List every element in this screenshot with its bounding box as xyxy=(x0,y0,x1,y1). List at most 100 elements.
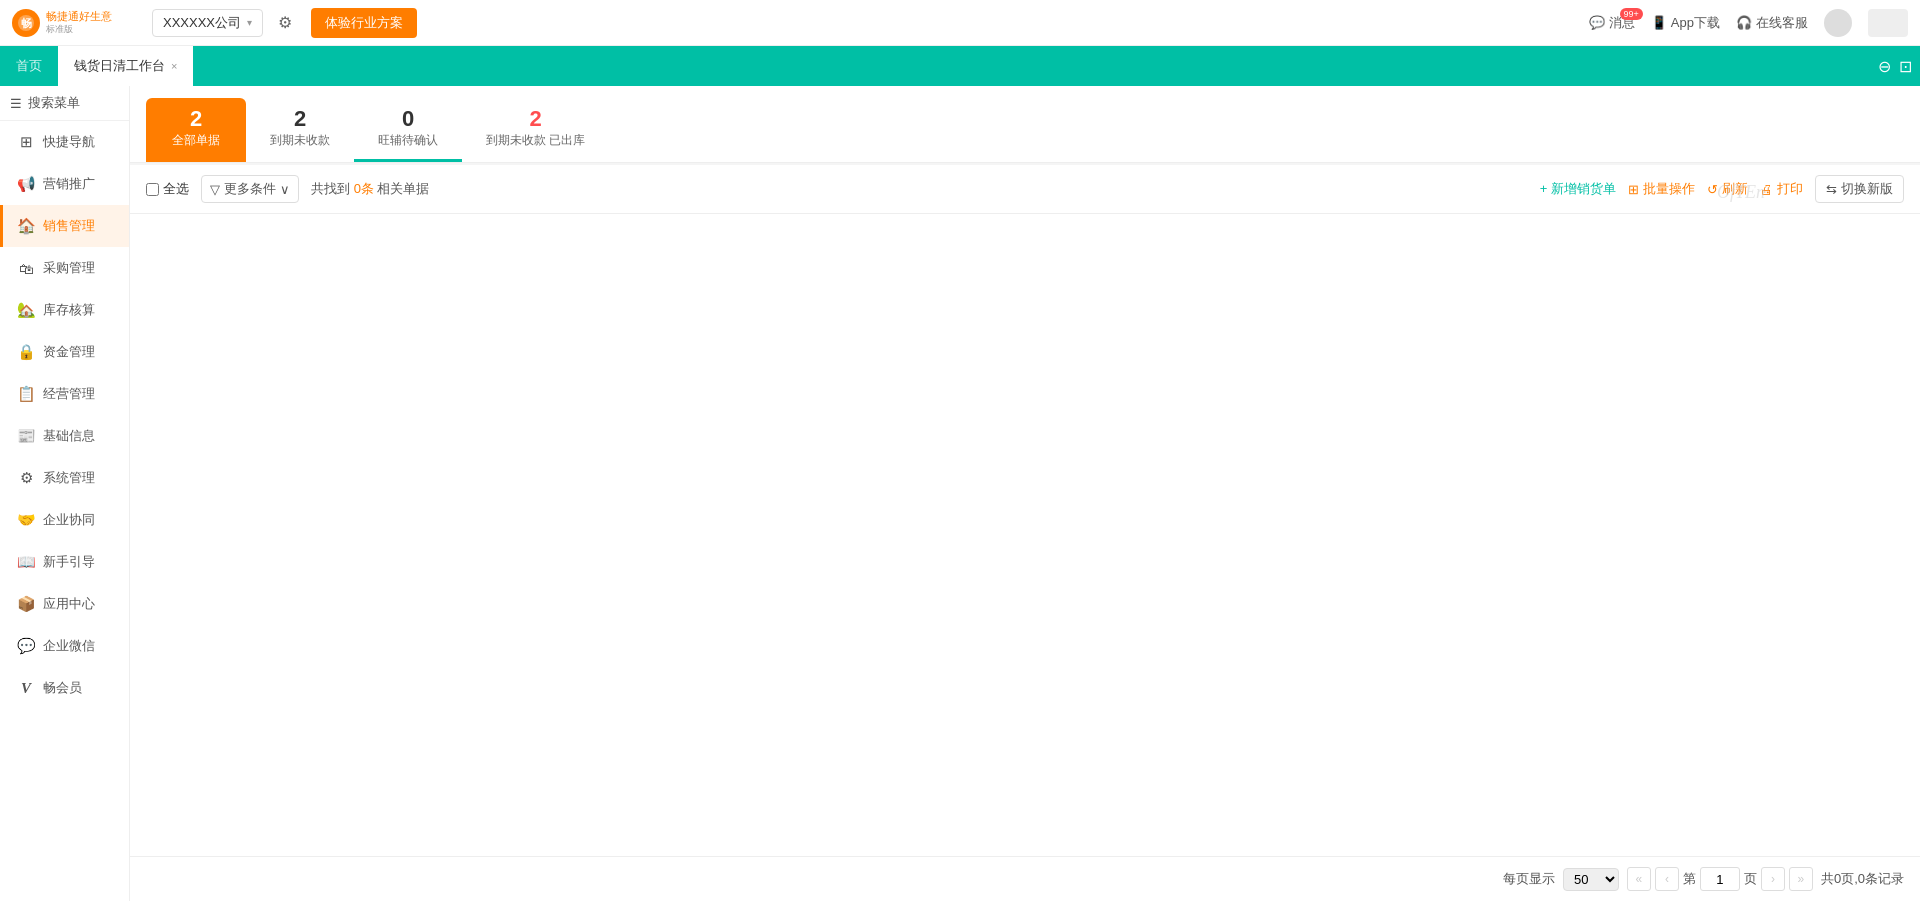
sidebar-item-label: 应用中心 xyxy=(43,595,95,613)
sidebar-item-label: 销售管理 xyxy=(43,217,95,235)
tab-close-icon[interactable]: × xyxy=(171,60,177,72)
search-menu-label: 搜索菜单 xyxy=(28,94,80,112)
sidebar-item-member[interactable]: V 畅会员 xyxy=(0,667,129,709)
next-page-button[interactable]: › xyxy=(1761,867,1785,891)
pagination: 每页显示 50 100 200 « ‹ 第 页 › » 共0页,0条记录 xyxy=(130,856,1920,901)
tab-minimize-icon[interactable]: ⊖ xyxy=(1878,57,1891,76)
message-icon: 💬 xyxy=(1589,15,1605,30)
app-icon: 📱 xyxy=(1651,15,1667,30)
filter-icon: ▽ xyxy=(210,182,220,197)
avatar[interactable] xyxy=(1824,9,1852,37)
app-download-label: App下载 xyxy=(1671,14,1720,32)
batch-operation-button[interactable]: ⊞ 批量操作 xyxy=(1628,180,1695,198)
found-prefix: 共找到 xyxy=(311,181,350,196)
sidebar-item-label: 快捷导航 xyxy=(43,133,95,151)
company-selector[interactable]: XXXXXX公司 ▾ xyxy=(152,9,263,37)
sidebar-item-sales[interactable]: 🏠 销售管理 xyxy=(0,205,129,247)
sidebar-item-label: 基础信息 xyxy=(43,427,95,445)
header: 畅 畅捷通好生意 标准版 XXXXXX公司 ▾ ⚙ 体验行业方案 💬 消息 99… xyxy=(0,0,1920,46)
purchase-icon: 🛍 xyxy=(17,260,35,277)
trial-button[interactable]: 体验行业方案 xyxy=(311,8,417,38)
prev-page-button[interactable]: ‹ xyxy=(1655,867,1679,891)
filter-label: 更多条件 xyxy=(224,180,276,198)
system-icon: ⚙ xyxy=(17,469,35,487)
found-count: 0条 xyxy=(354,181,374,196)
select-all-checkbox[interactable]: 全选 xyxy=(146,180,189,198)
switch-icon: ⇆ xyxy=(1826,182,1837,197)
chevron-icon: ∨ xyxy=(280,182,290,197)
sidebar-item-label: 采购管理 xyxy=(43,259,95,277)
sidebar: ☰ 搜索菜单 ⊞ 快捷导航 📢 营销推广 🏠 销售管理 🛍 采购管理 🏡 库存核… xyxy=(0,86,130,901)
marketing-icon: 📢 xyxy=(17,175,35,193)
status-tab-all[interactable]: 2 全部单据 xyxy=(146,98,246,162)
settings-button[interactable]: ⚙ xyxy=(271,9,299,37)
sidebar-item-quick-nav[interactable]: ⊞ 快捷导航 xyxy=(0,121,129,163)
tab-bar-actions: ⊖ ⊡ xyxy=(1878,57,1920,76)
online-service-button[interactable]: 🎧 在线客服 xyxy=(1736,14,1808,32)
status-tab-overdue-out[interactable]: 2 到期未收款 已出库 xyxy=(462,98,609,162)
finance-icon: 🔒 xyxy=(17,343,35,361)
sidebar-item-wechat[interactable]: 💬 企业微信 xyxy=(0,625,129,667)
tab-bar: 首页 钱货日清工作台 × ⊖ ⊡ xyxy=(0,46,1920,86)
checkbox-input[interactable] xyxy=(146,183,159,196)
page-input[interactable] xyxy=(1700,867,1740,891)
sidebar-item-label: 新手引导 xyxy=(43,553,95,571)
sidebar-item-system[interactable]: ⚙ 系统管理 xyxy=(0,457,129,499)
message-button[interactable]: 💬 消息 99+ xyxy=(1589,14,1635,32)
logo-badge: 标准版 xyxy=(46,23,112,36)
sidebar-item-marketing[interactable]: 📢 营销推广 xyxy=(0,163,129,205)
tab-label-overdue: 到期未收款 xyxy=(270,132,330,149)
tab-workbench[interactable]: 钱货日清工作台 × xyxy=(58,46,193,86)
switch-label: 切换新版 xyxy=(1841,180,1893,198)
sidebar-item-operation[interactable]: 📋 经营管理 xyxy=(0,373,129,415)
sidebar-item-label: 资金管理 xyxy=(43,343,95,361)
tab-label-wangwang: 旺辅待确认 xyxy=(378,132,438,149)
basic-icon: 📰 xyxy=(17,427,35,445)
switch-version-button[interactable]: ⇆ 切换新版 xyxy=(1815,175,1904,203)
sidebar-item-label: 畅会员 xyxy=(43,679,82,697)
first-page-button[interactable]: « xyxy=(1627,867,1651,891)
tab-maximize-icon[interactable]: ⊡ xyxy=(1899,57,1912,76)
batch-icon: ⊞ xyxy=(1628,182,1639,197)
status-tab-overdue[interactable]: 2 到期未收款 xyxy=(246,98,354,162)
print-label: 打印 xyxy=(1777,180,1803,198)
print-button[interactable]: 🖨 打印 xyxy=(1760,180,1803,198)
company-name: XXXXXX公司 xyxy=(163,14,241,32)
tab-home[interactable]: 首页 xyxy=(0,46,58,86)
tab-count-wangwang: 0 xyxy=(402,106,414,132)
header-right: 💬 消息 99+ 📱 App下载 🎧 在线客服 xyxy=(1589,9,1908,37)
often-text: OfTEn xyxy=(1717,182,1765,203)
found-suffix: 相关单据 xyxy=(377,181,429,196)
page-nav: « ‹ 第 页 › » xyxy=(1627,867,1813,891)
toolbar: 全选 ▽ 更多条件 ∨ 共找到 0条 相关单据 + 新增销货单 ⊞ 批量操作 ↺ xyxy=(130,165,1920,214)
logo-area: 畅 畅捷通好生意 标准版 xyxy=(12,9,142,37)
select-all-label: 全选 xyxy=(163,180,189,198)
sidebar-item-finance[interactable]: 🔒 资金管理 xyxy=(0,331,129,373)
sidebar-item-enterprise[interactable]: 🤝 企业协同 xyxy=(0,499,129,541)
tab-label-all: 全部单据 xyxy=(172,132,220,149)
per-page-select[interactable]: 50 100 200 xyxy=(1563,868,1619,891)
add-sales-order-button[interactable]: + 新增销货单 xyxy=(1540,180,1616,198)
avatar-extra[interactable] xyxy=(1868,9,1908,37)
page-prefix: 第 xyxy=(1683,870,1696,888)
sales-icon: 🏠 xyxy=(17,217,35,235)
filter-button[interactable]: ▽ 更多条件 ∨ xyxy=(201,175,299,203)
sidebar-item-guide[interactable]: 📖 新手引导 xyxy=(0,541,129,583)
inventory-icon: 🏡 xyxy=(17,301,35,319)
search-menu-button[interactable]: ☰ 搜索菜单 xyxy=(0,86,129,121)
guide-icon: 📖 xyxy=(17,553,35,571)
status-tab-wangwang[interactable]: 0 旺辅待确认 xyxy=(354,98,462,162)
member-icon: V xyxy=(17,680,35,697)
tab-count-overdue: 2 xyxy=(294,106,306,132)
sidebar-item-basic[interactable]: 📰 基础信息 xyxy=(0,415,129,457)
sidebar-item-inventory[interactable]: 🏡 库存核算 xyxy=(0,289,129,331)
tab-label-overdue-out: 到期未收款 已出库 xyxy=(486,132,585,149)
sidebar-item-purchase[interactable]: 🛍 采购管理 xyxy=(0,247,129,289)
sidebar-item-app-center[interactable]: 📦 应用中心 xyxy=(0,583,129,625)
logo-text: 畅捷通好生意 xyxy=(46,9,112,23)
sidebar-item-label: 系统管理 xyxy=(43,469,95,487)
app-download-button[interactable]: 📱 App下载 xyxy=(1651,14,1720,32)
found-text: 共找到 0条 相关单据 xyxy=(311,180,429,198)
last-page-button[interactable]: » xyxy=(1789,867,1813,891)
main-content: 2 全部单据 2 到期未收款 0 旺辅待确认 2 到期未收款 已出库 全选 xyxy=(130,86,1920,901)
